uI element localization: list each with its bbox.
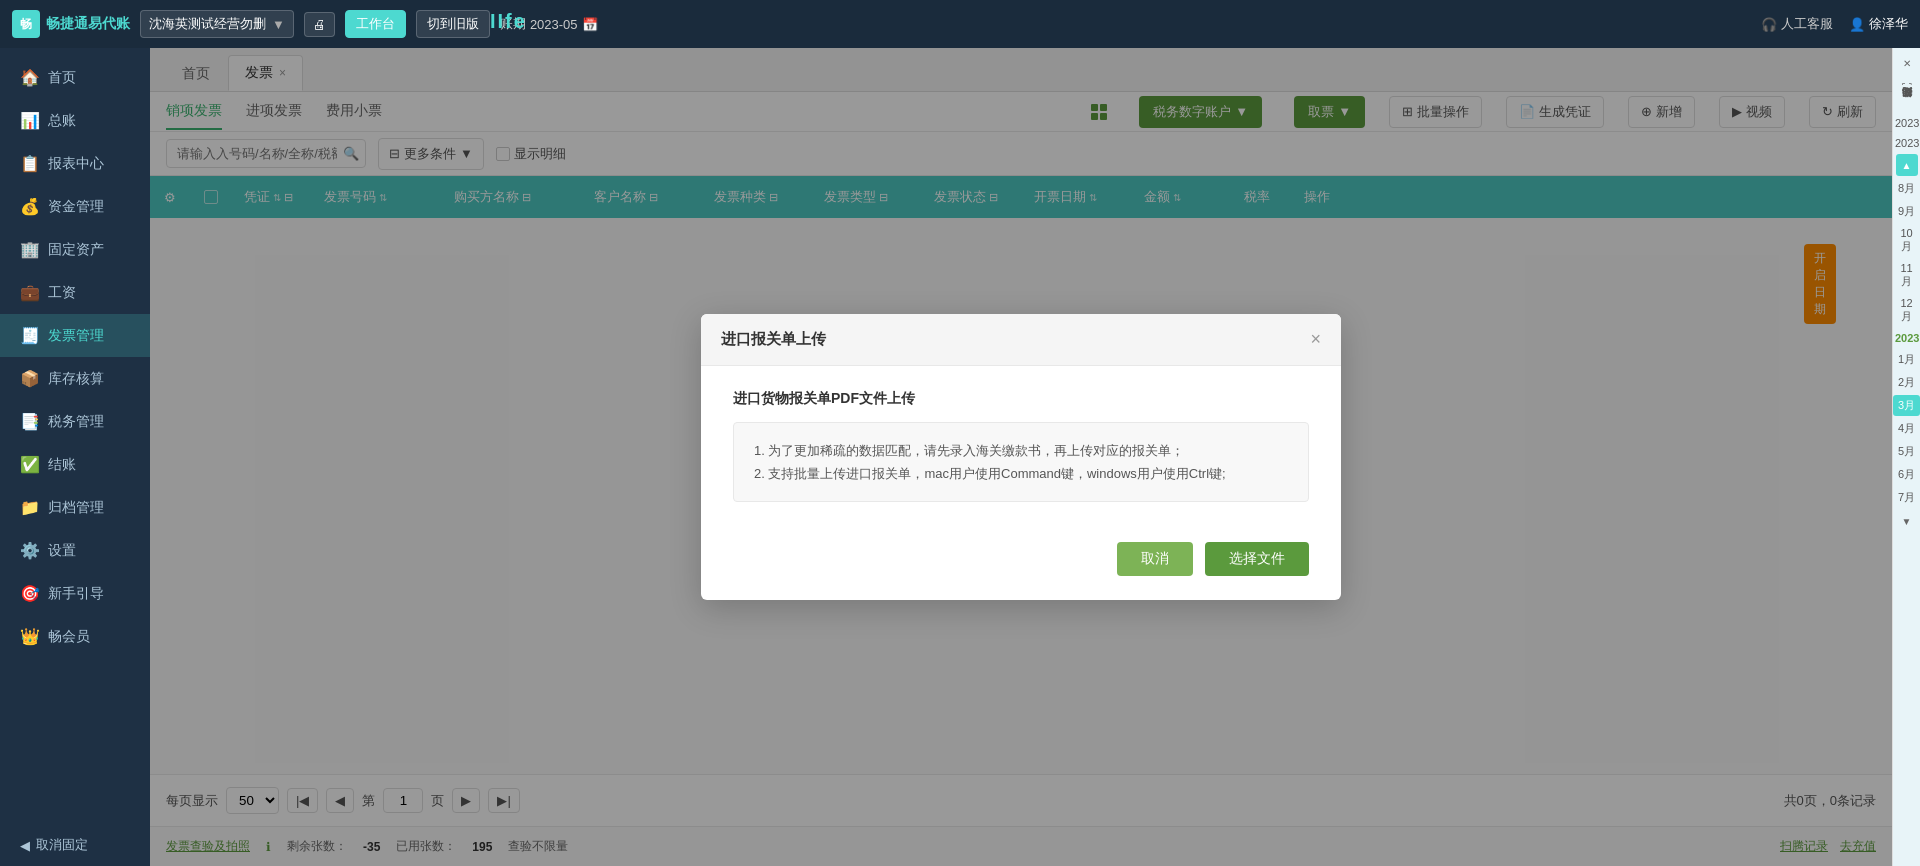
- close-panel-button[interactable]: ✕: [1896, 52, 1918, 74]
- period-item-apr[interactable]: 4月: [1893, 418, 1920, 439]
- modal-close-button[interactable]: ×: [1310, 330, 1321, 348]
- period-item-jul[interactable]: 7月: [1893, 487, 1920, 508]
- chevron-down-icon: ▼: [272, 17, 285, 32]
- calendar-icon[interactable]: 📅: [582, 17, 598, 32]
- sidebar-item-tax[interactable]: 📑 税务管理: [0, 400, 150, 443]
- sidebar-item-guide[interactable]: 🎯 新手引导: [0, 572, 150, 615]
- sidebar: 🏠 首页 📊 总账 📋 报表中心 💰 资金管理 🏢 固定资产: [0, 48, 150, 866]
- tax-icon: 📑: [20, 412, 38, 431]
- workspace-button[interactable]: 工作台: [345, 10, 406, 38]
- modal-footer: 取消 选择文件: [701, 526, 1341, 600]
- sidebar-item-home[interactable]: 🏠 首页: [0, 56, 150, 99]
- sidebar-bottom: ◀ 取消固定: [0, 824, 150, 866]
- scroll-up-icon[interactable]: ▲: [1896, 154, 1918, 176]
- period-item-may[interactable]: 5月: [1893, 441, 1920, 462]
- logo-text-accent: IIfe: [490, 10, 527, 33]
- company-selector[interactable]: 沈海英测试经营勿删 ▼: [140, 10, 294, 38]
- period-item-feb[interactable]: 2月: [1893, 372, 1920, 393]
- sidebar-item-archive[interactable]: 📁 归档管理: [0, 486, 150, 529]
- archive-icon: 📁: [20, 498, 38, 517]
- sidebar-item-reports[interactable]: 📋 报表中心: [0, 142, 150, 185]
- invoice-icon: 🧾: [20, 326, 38, 345]
- sidebar-item-invoice[interactable]: 🧾 发票管理: [0, 314, 150, 357]
- sidebar-menu: 🏠 首页 📊 总账 📋 报表中心 💰 资金管理 🏢 固定资产: [0, 48, 150, 666]
- period-item-1[interactable]: 2023.03: [1893, 134, 1920, 152]
- ledger-icon: 📊: [20, 111, 38, 130]
- cancel-fixed-button[interactable]: ◀ 取消固定: [20, 836, 130, 854]
- period-item-jun[interactable]: 6月: [1893, 464, 1920, 485]
- period-item-jan[interactable]: 1月: [1893, 349, 1920, 370]
- pin-icon: ◀: [20, 838, 30, 853]
- sidebar-item-funds[interactable]: 💰 资金管理: [0, 185, 150, 228]
- modal-info-item-1: 1. 为了更加稀疏的数据匹配，请先录入海关缴款书，再上传对应的报关单；: [754, 439, 1288, 462]
- modal-body: 进口货物报关单PDF文件上传 1. 为了更加稀疏的数据匹配，请先录入海关缴款书，…: [701, 366, 1341, 527]
- switch-version-button[interactable]: 切到旧版: [416, 10, 490, 38]
- period-item-year[interactable]: 2023: [1893, 329, 1920, 347]
- period-item-mar[interactable]: 3月: [1893, 395, 1920, 416]
- sidebar-item-close[interactable]: ✅ 结账: [0, 443, 150, 486]
- sidebar-item-ledger[interactable]: 📊 总账: [0, 99, 150, 142]
- period-item-11[interactable]: 11月: [1893, 259, 1920, 292]
- modal-dialog: 进口报关单上传 × 进口货物报关单PDF文件上传 1. 为了更加稀疏的数据匹配，…: [701, 314, 1341, 601]
- period-item-0[interactable]: 2023.03: [1893, 114, 1920, 132]
- expand-panel-button[interactable]: ⛶: [1896, 76, 1918, 98]
- period-select-label: 期间选择: [1898, 104, 1916, 108]
- modal-section-title: 进口货物报关单PDF文件上传: [733, 390, 1309, 408]
- sidebar-item-settings[interactable]: ⚙️ 设置: [0, 529, 150, 572]
- modal-info-box: 1. 为了更加稀疏的数据匹配，请先录入海关缴款书，再上传对应的报关单； 2. 支…: [733, 422, 1309, 503]
- period-item-10[interactable]: 10月: [1893, 224, 1920, 257]
- home-icon: 🏠: [20, 68, 38, 87]
- app-logo-icon: 畅: [12, 10, 40, 38]
- sidebar-item-inventory[interactable]: 📦 库存核算: [0, 357, 150, 400]
- sidebar-item-member[interactable]: 👑 畅会员: [0, 615, 150, 658]
- scroll-down-icon[interactable]: ▼: [1896, 510, 1918, 532]
- app-logo: 畅 畅捷通易代账: [12, 10, 130, 38]
- member-icon: 👑: [20, 627, 38, 646]
- modal-select-file-button[interactable]: 选择文件: [1205, 542, 1309, 576]
- reports-icon: 📋: [20, 154, 38, 173]
- sidebar-item-salary[interactable]: 💼 工资: [0, 271, 150, 314]
- period-item-9[interactable]: 9月: [1893, 201, 1920, 222]
- funds-icon: 💰: [20, 197, 38, 216]
- top-bar: 畅 畅捷通易代账 沈海英测试经营勿删 ▼ 🖨 工作台 切到旧版 账期 2023-…: [0, 0, 1920, 48]
- guide-icon: 🎯: [20, 584, 38, 603]
- modal-cancel-button[interactable]: 取消: [1117, 542, 1193, 576]
- period-item-12[interactable]: 12月: [1893, 294, 1920, 327]
- close-period-icon: ✅: [20, 455, 38, 474]
- modal-info-item-2: 2. 支持批量上传进口报关单，mac用户使用Command键，windows用户…: [754, 462, 1288, 485]
- content-area: 首页 发票 × 销项发票 进项发票 费用小票: [150, 48, 1892, 866]
- modal-title: 进口报关单上传: [721, 330, 826, 349]
- right-panel: ✕ ⛶ 期间选择 2023.03 2023.03 ▲ 8月 9月 10月 11月…: [1892, 48, 1920, 866]
- top-right: 🎧 人工客服 👤 徐泽华: [1761, 15, 1908, 33]
- sidebar-item-assets[interactable]: 🏢 固定资产: [0, 228, 150, 271]
- user-menu[interactable]: 👤 徐泽华: [1849, 15, 1908, 33]
- inventory-icon: 📦: [20, 369, 38, 388]
- salary-icon: 💼: [20, 283, 38, 302]
- period-item-8[interactable]: 8月: [1893, 178, 1920, 199]
- service-button[interactable]: 🎧 人工客服: [1761, 15, 1833, 33]
- settings-icon: ⚙️: [20, 541, 38, 560]
- assets-icon: 🏢: [20, 240, 38, 259]
- headset-icon: 🎧: [1761, 17, 1777, 32]
- user-avatar-icon: 👤: [1849, 17, 1865, 32]
- modal-overlay[interactable]: 进口报关单上传 × 进口货物报关单PDF文件上传 1. 为了更加稀疏的数据匹配，…: [150, 48, 1892, 866]
- modal-header: 进口报关单上传 ×: [701, 314, 1341, 366]
- print-button[interactable]: 🖨: [304, 12, 335, 37]
